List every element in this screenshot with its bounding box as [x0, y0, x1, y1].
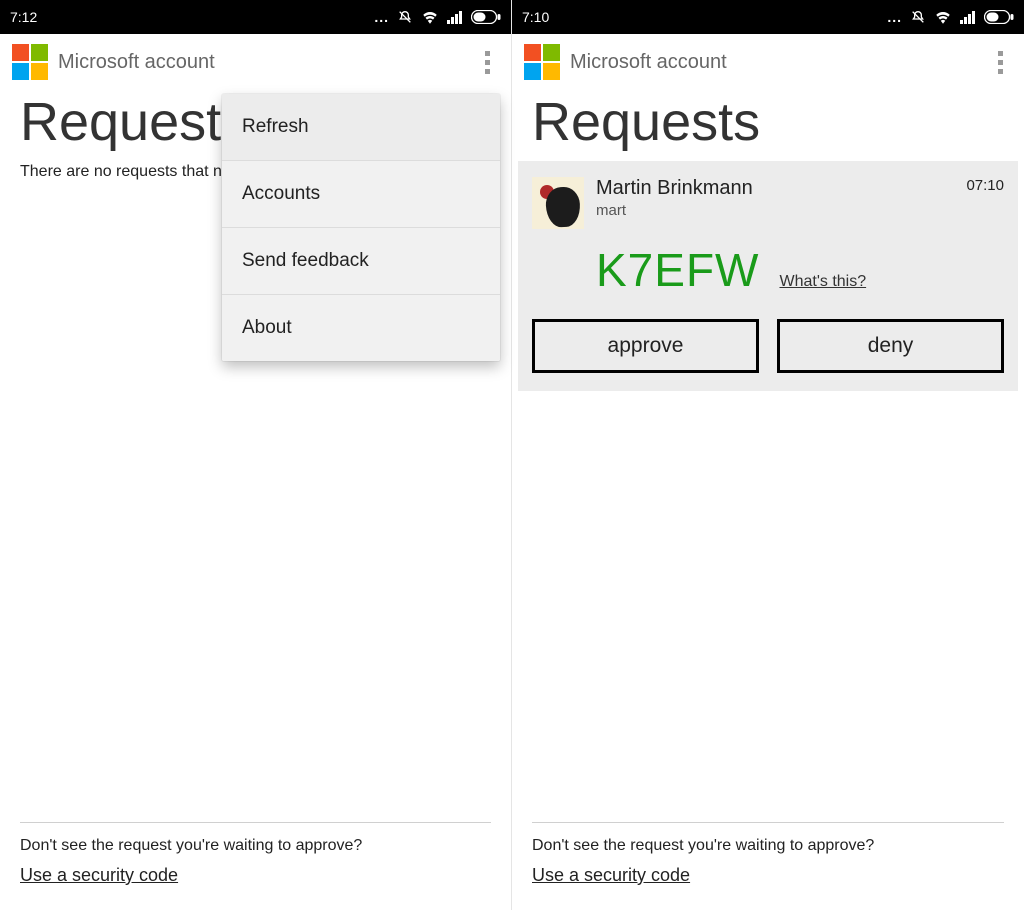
request-name: Martin Brinkmann [596, 177, 954, 200]
footer: Don't see the request you're waiting to … [512, 822, 1024, 910]
app-bar: Microsoft account [512, 34, 1024, 84]
status-time: 7:10 [522, 9, 549, 25]
approve-button[interactable]: approve [532, 319, 759, 373]
overflow-menu-button[interactable] [475, 45, 499, 79]
mute-icon [397, 9, 413, 25]
network-dots-icon: ... [374, 9, 389, 25]
signal-icon [960, 10, 976, 24]
whats-this-link[interactable]: What's this? [779, 273, 866, 297]
menu-item-accounts[interactable]: Accounts [222, 161, 500, 228]
overflow-menu: Refresh Accounts Send feedback About [222, 94, 500, 361]
left-screenshot: 7:12 ... M [0, 0, 512, 910]
battery-icon [471, 10, 501, 24]
deny-button[interactable]: deny [777, 319, 1004, 373]
footer-question: Don't see the request you're waiting to … [532, 837, 1004, 855]
app-title: Microsoft account [570, 51, 727, 74]
menu-item-about[interactable]: About [222, 295, 500, 361]
use-security-code-link[interactable]: Use a security code [532, 865, 690, 886]
request-time: 07:10 [966, 177, 1004, 194]
status-time: 7:12 [10, 9, 37, 25]
status-bar: 7:12 ... [0, 0, 511, 34]
microsoft-logo-icon [12, 44, 48, 80]
signal-icon [447, 10, 463, 24]
wifi-icon [421, 10, 439, 24]
menu-item-refresh[interactable]: Refresh [222, 94, 500, 161]
right-screenshot: 7:10 ... M [512, 0, 1024, 910]
divider [20, 822, 491, 823]
app-bar: Microsoft account [0, 34, 511, 84]
menu-item-send-feedback[interactable]: Send feedback [222, 228, 500, 295]
verification-code: K7EFW [596, 243, 759, 297]
app-title: Microsoft account [58, 51, 215, 74]
page-title: Requests [512, 84, 1024, 155]
battery-icon [984, 10, 1014, 24]
microsoft-logo-icon [524, 44, 560, 80]
status-bar: 7:10 ... [512, 0, 1024, 34]
use-security-code-link[interactable]: Use a security code [20, 865, 178, 886]
request-card: Martin Brinkmann mart 07:10 K7EFW What's… [518, 161, 1018, 391]
divider [532, 822, 1004, 823]
avatar [532, 177, 584, 229]
request-subtitle: mart [596, 202, 954, 219]
footer-question: Don't see the request you're waiting to … [20, 837, 491, 855]
overflow-menu-button[interactable] [988, 45, 1012, 79]
mute-icon [910, 9, 926, 25]
wifi-icon [934, 10, 952, 24]
footer: Don't see the request you're waiting to … [0, 822, 511, 910]
network-dots-icon: ... [887, 9, 902, 25]
